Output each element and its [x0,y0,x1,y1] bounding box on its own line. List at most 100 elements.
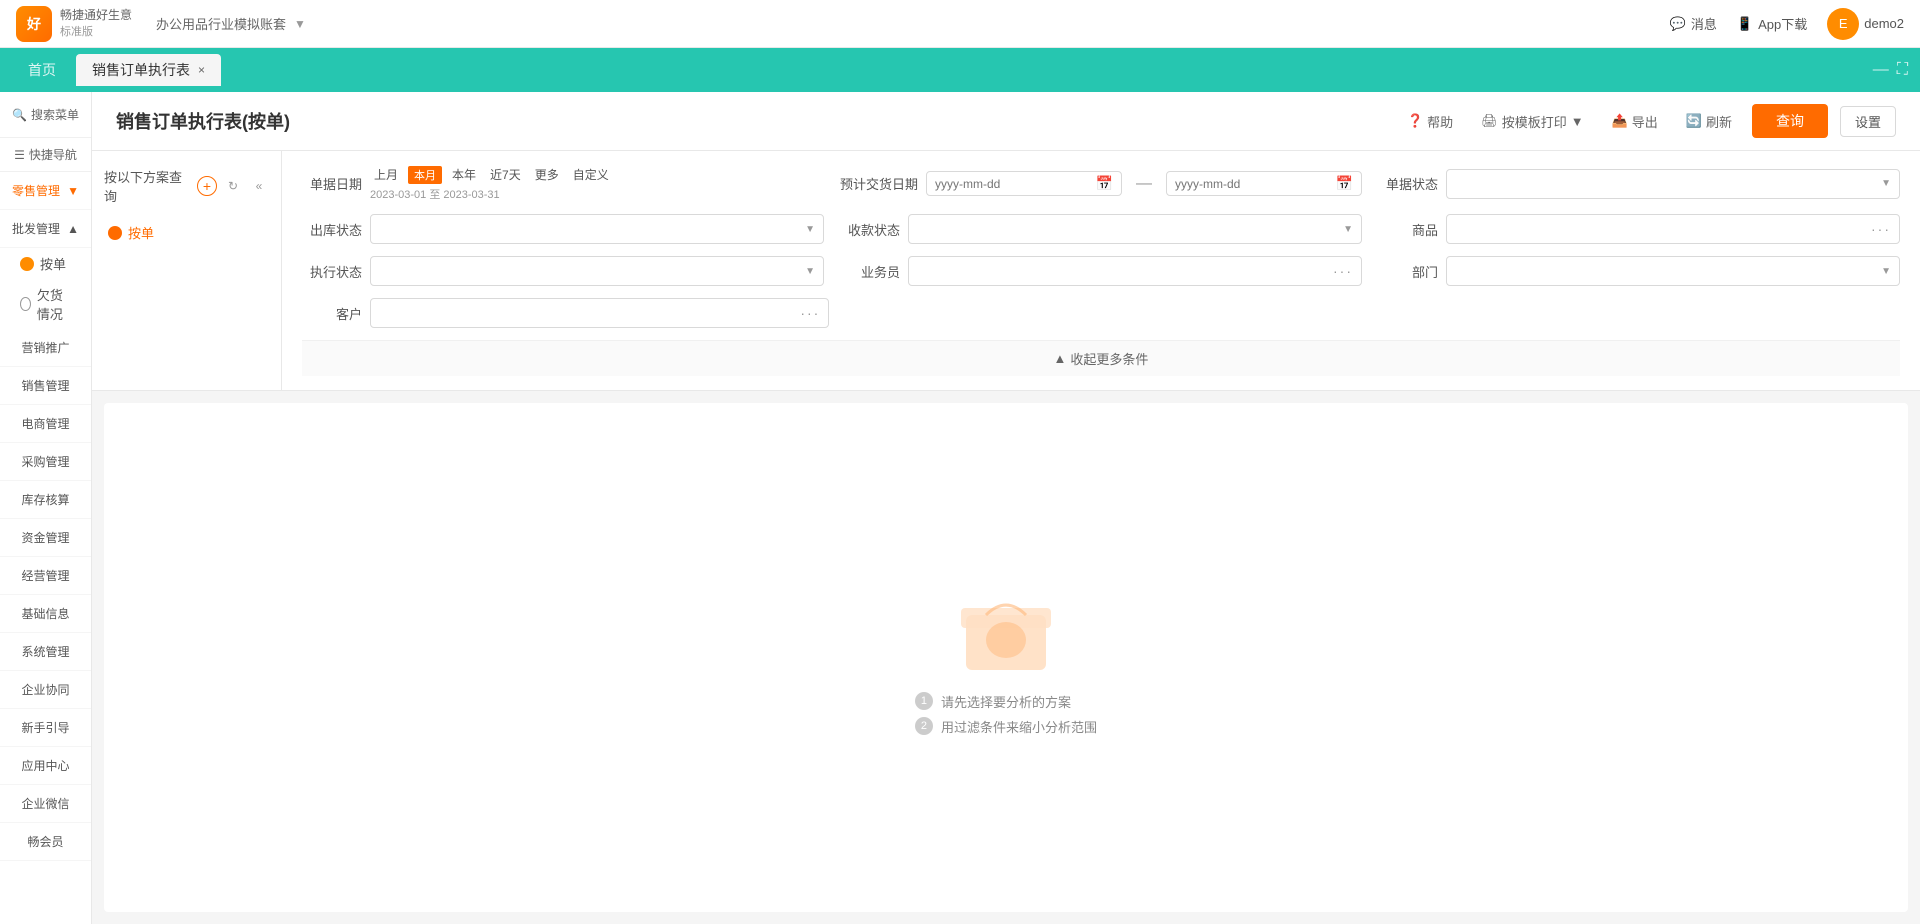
sidebar-item-按单[interactable]: 按单 [0,248,91,279]
date-btn-more[interactable]: 更多 [531,165,563,184]
print-icon: 🖨 [1481,113,1498,129]
tab-close-icon[interactable]: × [198,63,205,77]
empty-text: 1 请先选择要分析的方案 2 用过滤条件来缩小分析范围 [915,692,1097,736]
date-btn-last-month[interactable]: 上月 [370,165,402,184]
top-header: 好 畅捷通好生意 标准版 办公用品行业模拟账套 ▼ 💬 消息 📱 App下载 E… [0,0,1920,48]
user-area[interactable]: E demo2 [1827,8,1904,40]
exec-status-field: 执行状态 ▼ [302,256,824,286]
department-select[interactable]: ▼ [1446,256,1900,286]
filter-title-text: 按以下方案查询 [104,167,191,205]
collapse-filter-button[interactable]: ▲ 收起更多条件 [302,340,1900,376]
sidebar-item-retail[interactable]: 零售管理 ▼ [0,172,91,210]
sidebar-item-inventory[interactable]: 库存核算 [0,481,91,519]
status-select-arrow-icon: ▼ [1881,178,1891,189]
export-icon: 📤 [1612,113,1628,129]
exec-status-arrow-icon: ▼ [805,266,815,277]
app-download-label: App下载 [1758,14,1807,33]
tab-home[interactable]: 首页 [12,54,72,86]
expected-date-from-input[interactable] [935,177,1096,191]
date-field: 单据日期 上月 本月 本年 近7天 更多 自定义 20 [302,165,824,202]
quick-nav-label: 快捷导航 [29,146,77,163]
settings-button[interactable]: 设置 [1840,106,1896,137]
expected-date-to[interactable]: 📅 [1166,171,1362,196]
minimize-icon[interactable]: — [1873,61,1889,79]
salesman-field: 业务员 ··· [840,256,1362,286]
message-button[interactable]: 💬 消息 [1670,14,1717,33]
sidebar-wholesale-label: 批发管理 [12,220,60,237]
collapse-label: 收起更多条件 [1070,349,1148,368]
filter-add-button[interactable]: + [197,176,217,196]
print-arrow-icon: ▼ [1571,114,1584,129]
quick-nav-button[interactable]: ☰ 快捷导航 [0,138,91,172]
sidebar-item-collab[interactable]: 企业协同 [0,671,91,709]
refresh-icon: 🔄 [1686,113,1702,129]
sidebar-item-wechat[interactable]: 企业微信 [0,785,91,823]
customer-select[interactable]: ··· [370,298,829,328]
exec-status-select[interactable]: ▼ [370,256,824,286]
help-button[interactable]: ❓ 帮助 [1399,108,1461,135]
page-title: 销售订单执行表(按单) [116,108,290,134]
breadcrumb-text: 办公用品行业模拟账套 [156,14,286,33]
filter-collapse-button[interactable]: « [249,176,269,196]
sidebar-item-marketing[interactable]: 营销推广 [0,329,91,367]
sidebar-item-apps[interactable]: 应用中心 [0,747,91,785]
date-group: 上月 本月 本年 近7天 更多 自定义 2023-03-01 至 2023-03… [370,165,824,202]
salesman-label: 业务员 [840,262,900,281]
filter-left-panel: 按以下方案查询 + ↻ « 按单 [92,151,282,390]
goods-select[interactable]: ··· [1446,214,1900,244]
breadcrumb-arrow-icon[interactable]: ▼ [294,17,306,31]
template-print-button[interactable]: 🖨 按模板打印 ▼ [1473,108,1591,135]
payment-status-field: 收款状态 ▼ [840,214,1362,244]
expected-date-to-input[interactable] [1175,177,1336,191]
sidebar-purchase-label: 采购管理 [21,453,69,470]
app-download-button[interactable]: 📱 App下载 [1737,14,1807,33]
payment-status-select[interactable]: ▼ [908,214,1362,244]
expected-date-label: 预计交货日期 [840,174,918,193]
sidebar-item-guide[interactable]: 新手引导 [0,709,91,747]
sidebar-marketing-label: 营销推广 [21,339,69,356]
date-btn-this-month[interactable]: 本月 [408,166,442,184]
tab-sales-order[interactable]: 销售订单执行表 × [76,54,221,86]
date-btn-7days[interactable]: 近7天 [486,165,525,184]
calendar-to-icon: 📅 [1336,175,1353,192]
department-label: 部门 [1378,262,1438,281]
template-print-label: 按模板打印 [1502,112,1567,131]
refresh-button[interactable]: 🔄 刷新 [1678,108,1740,135]
main-layout: 🔍 搜索菜单 ☰ 快捷导航 零售管理 ▼ 批发管理 ▲ 按单 欠货情况 营销推广 [0,92,1920,924]
date-btn-custom[interactable]: 自定义 [569,165,613,184]
content-area: 销售订单执行表(按单) ❓ 帮助 🖨 按模板打印 ▼ 📤 导出 🔄 刷新 [92,92,1920,924]
goods-label: 商品 [1378,220,1438,239]
sidebar-item-system[interactable]: 系统管理 [0,633,91,671]
sidebar-item-member[interactable]: 畅会员 [0,823,91,861]
search-menu-button[interactable]: 🔍 搜索菜单 [8,102,83,127]
maximize-icon[interactable]: ⛶ [1897,61,1908,79]
filter-refresh-button[interactable]: ↻ [223,176,243,196]
sidebar-item-sales[interactable]: 销售管理 [0,367,91,405]
step-2-circle: 2 [915,717,933,735]
sidebar-item-finance[interactable]: 资金管理 [0,519,91,557]
message-icon: 💬 [1670,16,1686,32]
status-select[interactable]: ▼ [1446,169,1900,199]
sidebar-item-basic[interactable]: 基础信息 [0,595,91,633]
sidebar-item-ecommerce[interactable]: 电商管理 [0,405,91,443]
sidebar-item-purchase[interactable]: 采购管理 [0,443,91,481]
customer-field: 客户 ··· [302,298,829,328]
query-button[interactable]: 查询 [1752,104,1828,138]
date-btn-this-year[interactable]: 本年 [448,165,480,184]
sidebar-item-operations[interactable]: 经营管理 [0,557,91,595]
sidebar-item-wholesale[interactable]: 批发管理 ▲ [0,210,91,248]
sidebar-retail-label: 零售管理 [12,182,60,199]
sidebar-item-欠货[interactable]: 欠货情况 [0,279,91,329]
tab-bar: 首页 销售订单执行表 × — ⛶ [0,48,1920,92]
sidebar-guide-label: 新手引导 [21,719,69,736]
scheme-active-dot [108,226,122,240]
filter-scheme-按单[interactable]: 按单 [92,217,281,248]
empty-illustration [956,580,1056,680]
salesman-select[interactable]: ··· [908,256,1362,286]
filter-row-2: 出库状态 ▼ 收款状态 ▼ [302,214,1900,244]
tab-bar-right: — ⛶ [1873,61,1908,79]
expected-date-from[interactable]: 📅 [926,171,1122,196]
sidebar-ecommerce-label: 电商管理 [21,415,69,432]
out-status-select[interactable]: ▼ [370,214,824,244]
export-button[interactable]: 📤 导出 [1604,108,1666,135]
